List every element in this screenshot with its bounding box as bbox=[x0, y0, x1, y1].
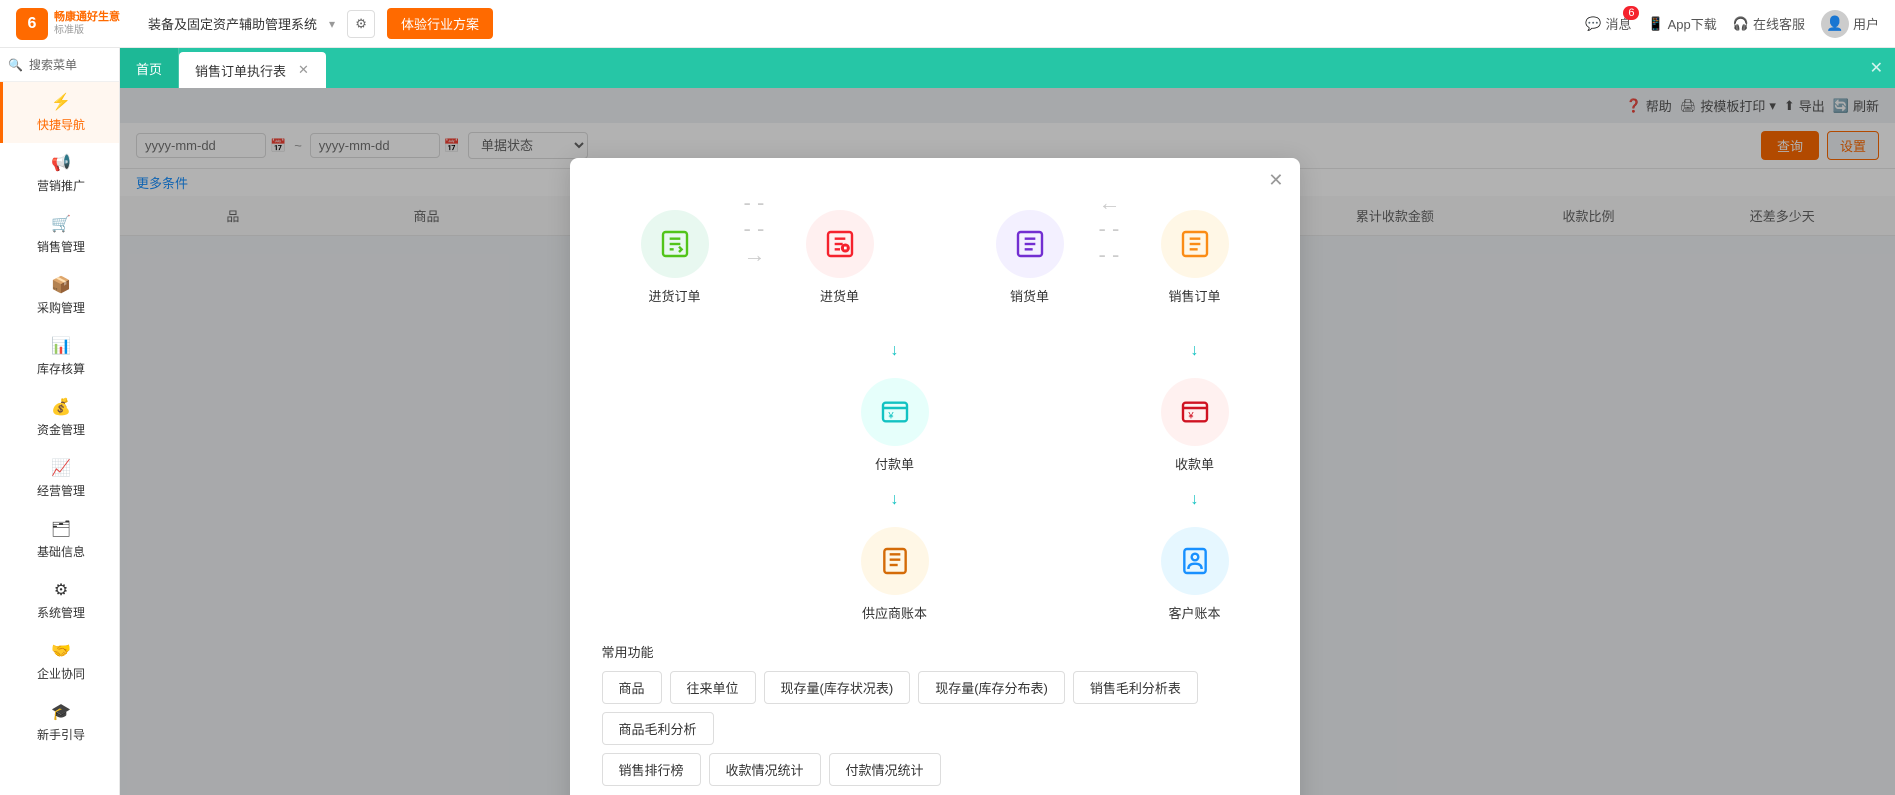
wf-purchase-slip: 进货单 bbox=[775, 210, 905, 305]
message-button[interactable]: 💬 消息 6 bbox=[1585, 14, 1631, 33]
common-buttons-row2: 销售排行榜 收款情况统计 付款情况统计 bbox=[602, 753, 1268, 786]
tab-sales-order-exec[interactable]: 销售订单执行表 ✕ bbox=[179, 52, 326, 88]
wf-supplier-account: 供应商账本 bbox=[830, 527, 960, 622]
common-functions-title: 常用功能 bbox=[602, 642, 1268, 661]
sidebar-item-purchase[interactable]: 📦 采购管理 bbox=[0, 265, 119, 326]
arrow-2: ← - - - - bbox=[1099, 190, 1126, 324]
common-buttons-row1: 商品 往来单位 现存量(库存状况表) 现存量(库存分布表) 销售毛利分析表 商品… bbox=[602, 671, 1268, 745]
purchase-order-icon bbox=[641, 210, 709, 278]
base-info-icon: 🗂 bbox=[51, 519, 71, 539]
system-name: 装备及固定资产辅助管理系统 bbox=[148, 14, 317, 33]
workflow-row-2: ¥ 付款单 bbox=[610, 378, 1260, 473]
sidebar-item-system[interactable]: ⚙ 系统管理 bbox=[0, 570, 119, 631]
sidebar-item-newbie[interactable]: 🎓 新手引导 bbox=[0, 692, 119, 753]
app-download-button[interactable]: 📱 App下载 bbox=[1647, 14, 1716, 33]
common-btn-goods-gross[interactable]: 商品毛利分析 bbox=[602, 712, 714, 745]
app-download-icon: 📱 bbox=[1647, 16, 1663, 32]
system-chevron-icon[interactable]: ▾ bbox=[329, 17, 335, 31]
arrow-down-4: ↓ bbox=[1191, 491, 1199, 509]
logo-area: 6 畅康通好生意 标准版 bbox=[16, 8, 136, 40]
wf-payment-slip: ¥ 付款单 bbox=[830, 378, 960, 473]
logo-icon: 6 bbox=[16, 8, 48, 40]
purchase-slip-icon bbox=[806, 210, 874, 278]
settings-icon[interactable]: ⚙ bbox=[347, 10, 375, 38]
purchase-icon: 📦 bbox=[51, 275, 71, 295]
newbie-icon: 🎓 bbox=[51, 702, 71, 722]
wf-receipt-slip: ¥ 收款单 bbox=[1130, 378, 1260, 473]
sidebar-item-operation[interactable]: 📈 经营管理 bbox=[0, 448, 119, 509]
tab-bar-close-icon[interactable]: ✕ bbox=[1870, 58, 1883, 78]
workflow-row-1: 进货订单 - - - - → bbox=[610, 190, 1260, 324]
sidebar-item-quick-nav[interactable]: ⚡ 快捷导航 bbox=[0, 82, 119, 143]
wf-purchase-order: 进货订单 bbox=[610, 210, 740, 305]
arrow-down-2: ↓ bbox=[1191, 342, 1199, 360]
workflow-row-arrows-2: ↓ ↓ bbox=[610, 489, 1260, 511]
search-menu[interactable]: 🔍 搜索菜单 bbox=[0, 48, 119, 82]
avatar: 👤 bbox=[1821, 10, 1849, 38]
arrow-down-1: ↓ bbox=[891, 342, 899, 360]
sidebar-item-marketing[interactable]: 📢 营销推广 bbox=[0, 143, 119, 204]
sidebar-item-enterprise[interactable]: 🤝 企业协同 bbox=[0, 631, 119, 692]
search-icon: 🔍 bbox=[8, 58, 23, 72]
workflow-row-arrows: ↓ ↓ bbox=[610, 340, 1260, 362]
system-icon: ⚙ bbox=[54, 580, 68, 600]
enterprise-icon: 🤝 bbox=[51, 641, 71, 661]
wf-sales-slip: 销货单 bbox=[965, 210, 1095, 305]
online-service-button[interactable]: 🎧 在线客服 bbox=[1733, 14, 1805, 33]
common-btn-goods[interactable]: 商品 bbox=[602, 671, 662, 704]
finance-icon: 💰 bbox=[51, 397, 71, 417]
sales-icon: 🛒 bbox=[51, 214, 71, 234]
tab-close-icon[interactable]: ✕ bbox=[298, 62, 309, 78]
svg-text:¥: ¥ bbox=[1187, 411, 1194, 421]
trial-button[interactable]: 体验行业方案 bbox=[387, 8, 493, 39]
wf-customer-account: 客户账本 bbox=[1130, 527, 1260, 622]
tab-bar: 首页 销售订单执行表 ✕ ✕ bbox=[120, 48, 1895, 88]
tab-home[interactable]: 首页 bbox=[120, 48, 179, 88]
wf-sales-order: 销售订单 bbox=[1130, 210, 1260, 305]
common-functions-section: 常用功能 商品 往来单位 现存量(库存状况表) 现存量(库存分布表) 销售毛利分… bbox=[570, 642, 1300, 795]
common-btn-counterparty[interactable]: 往来单位 bbox=[670, 671, 756, 704]
sales-slip-icon bbox=[996, 210, 1064, 278]
workflow-row-3: 供应商账本 bbox=[610, 527, 1260, 622]
payment-slip-icon: ¥ bbox=[861, 378, 929, 446]
common-btn-sales-gross[interactable]: 销售毛利分析表 bbox=[1073, 671, 1198, 704]
common-btn-sales-rank[interactable]: 销售排行榜 bbox=[602, 753, 701, 786]
arrow-down-3: ↓ bbox=[891, 491, 899, 509]
common-btn-payment-stats[interactable]: 付款情况统计 bbox=[829, 753, 941, 786]
quick-nav-icon: ⚡ bbox=[51, 92, 71, 112]
svg-text:¥: ¥ bbox=[887, 411, 894, 421]
message-icon: 💬 bbox=[1585, 16, 1601, 32]
customer-account-icon bbox=[1161, 527, 1229, 595]
logo-text: 畅康通好生意 标准版 bbox=[54, 10, 120, 37]
message-badge: 6 bbox=[1623, 6, 1639, 20]
overlay-background[interactable]: ✕ bbox=[120, 88, 1895, 795]
sidebar-item-finance[interactable]: 💰 资金管理 bbox=[0, 387, 119, 448]
sidebar-item-inventory[interactable]: 📊 库存核算 bbox=[0, 326, 119, 387]
marketing-icon: 📢 bbox=[51, 153, 71, 173]
common-btn-stock-status[interactable]: 现存量(库存状况表) bbox=[764, 671, 911, 704]
workflow-diagram: 进货订单 - - - - → bbox=[570, 158, 1300, 642]
operation-icon: 📈 bbox=[51, 458, 71, 478]
arrow-1: - - - - → bbox=[744, 190, 771, 324]
common-btn-receipt-stats[interactable]: 收款情况统计 bbox=[709, 753, 821, 786]
sidebar-item-sales[interactable]: 🛒 销售管理 bbox=[0, 204, 119, 265]
receipt-slip-icon: ¥ bbox=[1161, 378, 1229, 446]
workflow-popup: ✕ bbox=[570, 158, 1300, 795]
user-menu[interactable]: 👤 用户 bbox=[1821, 10, 1879, 38]
supplier-account-icon bbox=[861, 527, 929, 595]
common-btn-stock-distribution[interactable]: 现存量(库存分布表) bbox=[918, 671, 1065, 704]
sidebar-item-base-info[interactable]: 🗂 基础信息 bbox=[0, 509, 119, 570]
popup-close-icon[interactable]: ✕ bbox=[1268, 170, 1283, 191]
inventory-icon: 📊 bbox=[51, 336, 71, 356]
sales-order-icon bbox=[1161, 210, 1229, 278]
service-icon: 🎧 bbox=[1733, 16, 1749, 32]
